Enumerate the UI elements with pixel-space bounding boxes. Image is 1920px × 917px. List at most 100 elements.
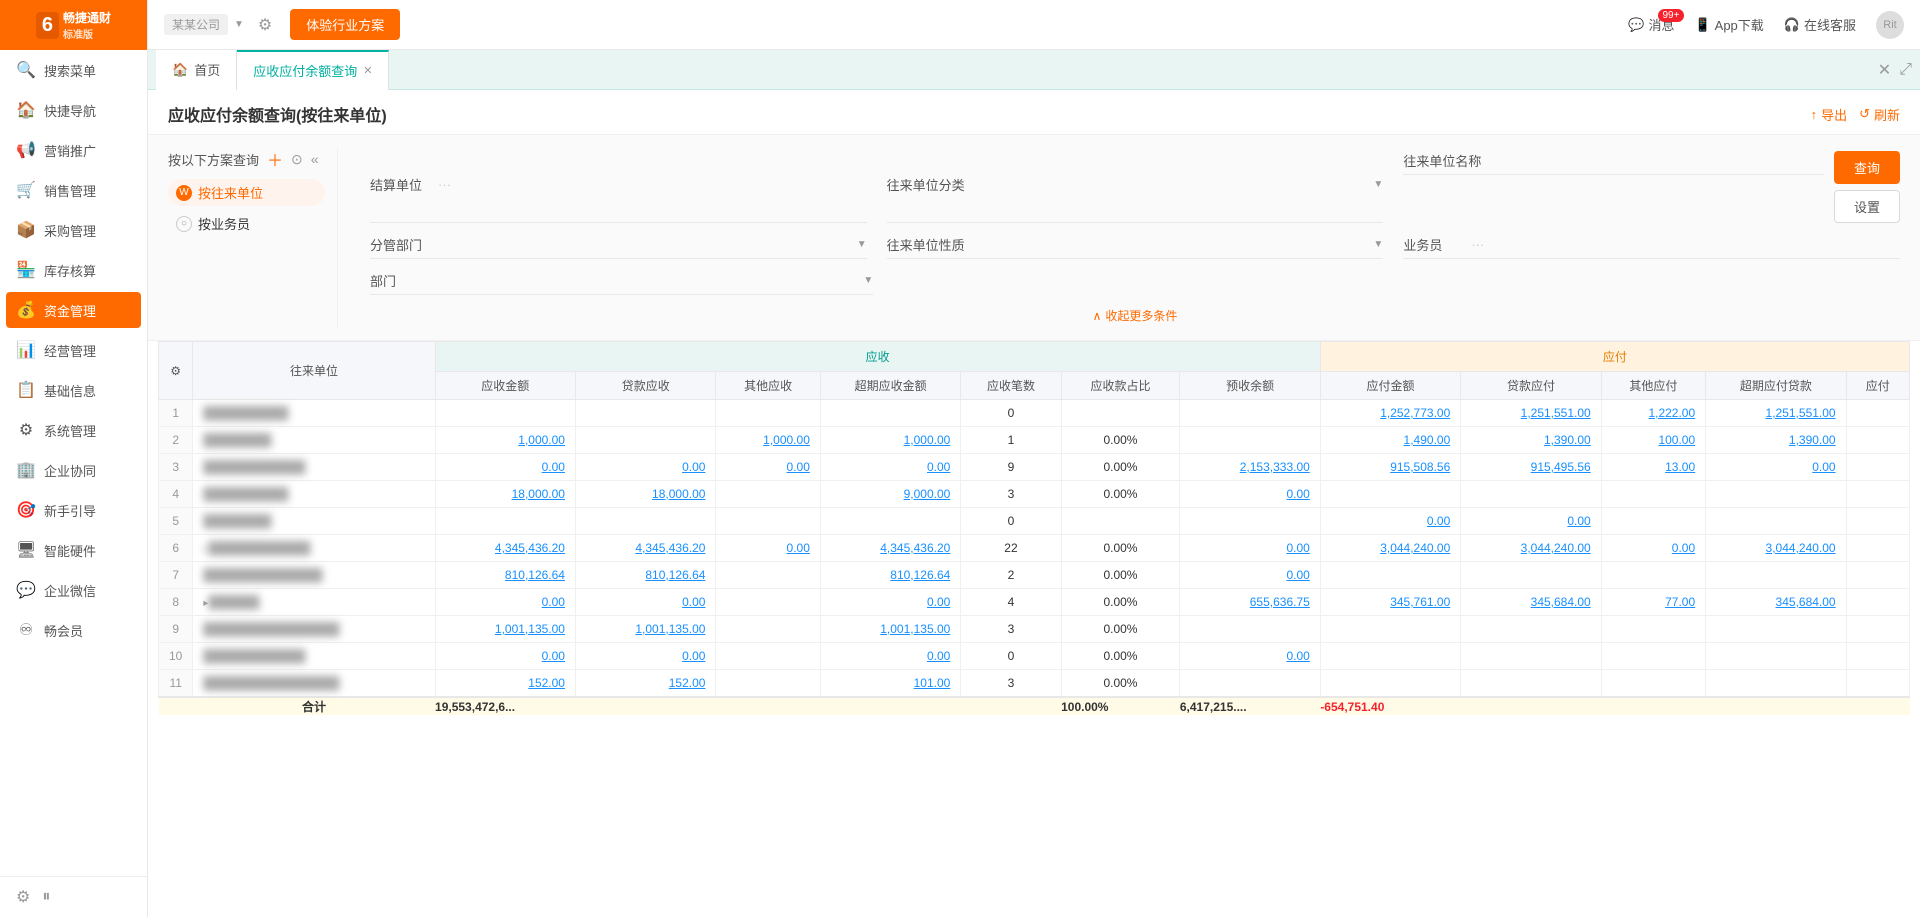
export-btn[interactable]: ↑ 导出 xyxy=(1811,105,1848,124)
ar-loan[interactable]: 0.00 xyxy=(575,643,715,670)
sidebar-item-sales[interactable]: 🛒 销售管理 xyxy=(0,170,147,210)
ar-loan[interactable] xyxy=(575,427,715,454)
tab-close-window-icon[interactable]: ✕ xyxy=(1878,60,1891,80)
ap-loan[interactable]: 3,044,240.00 xyxy=(1461,535,1601,562)
sidebar-collapse-icon[interactable]: ⏸ xyxy=(42,888,50,906)
ap-overdue[interactable]: 0.00 xyxy=(1706,454,1846,481)
ap-other[interactable]: 1,222.00 xyxy=(1601,400,1705,427)
ar-loan[interactable]: 0.00 xyxy=(575,589,715,616)
prepaid[interactable] xyxy=(1180,400,1320,427)
ar-overdue[interactable]: 810,126.64 xyxy=(820,562,960,589)
ap-amount[interactable]: 345,761.00 xyxy=(1320,589,1460,616)
company-selector[interactable]: 某某公司 ▼ xyxy=(164,14,244,35)
messages-btn[interactable]: 💬 消息 99+ xyxy=(1628,15,1674,34)
add-scheme-btn[interactable]: ＋ xyxy=(267,147,283,171)
ar-amount[interactable]: 152.00 xyxy=(435,670,575,698)
ar-other[interactable]: 0.00 xyxy=(716,454,820,481)
ap-overdue[interactable]: 1,390.00 xyxy=(1706,427,1846,454)
ar-loan[interactable]: 152.00 xyxy=(575,670,715,698)
sidebar-item-finance[interactable]: 💰 资金管理 xyxy=(6,292,141,328)
ap-loan[interactable]: 915,495.56 xyxy=(1461,454,1601,481)
ap-amount[interactable]: 3,044,240.00 xyxy=(1320,535,1460,562)
ar-amount[interactable]: 0.00 xyxy=(435,643,575,670)
ap-other[interactable]: 100.00 xyxy=(1601,427,1705,454)
ar-overdue[interactable]: 9,000.00 xyxy=(820,481,960,508)
ap-misc[interactable] xyxy=(1846,400,1909,427)
company-dropdown-arrow[interactable]: ▼ xyxy=(234,19,244,30)
ar-overdue[interactable]: 0.00 xyxy=(820,589,960,616)
table-settings-icon[interactable]: ⚙ xyxy=(170,364,181,378)
ap-overdue[interactable]: 3,044,240.00 xyxy=(1706,535,1846,562)
prepaid[interactable]: 0.00 xyxy=(1180,562,1320,589)
tab-close-icon[interactable]: ✕ xyxy=(363,64,372,77)
sidebar-item-member[interactable]: ♾ 畅会员 xyxy=(0,610,147,650)
sidebar-item-basic-info[interactable]: 📋 基础信息 xyxy=(0,370,147,410)
ap-other[interactable]: 77.00 xyxy=(1601,589,1705,616)
ar-overdue[interactable]: 1,000.00 xyxy=(820,427,960,454)
settings-btn[interactable]: 设置 xyxy=(1834,190,1900,223)
collapse-more-btn[interactable]: ∧ 收起更多条件 xyxy=(370,303,1900,328)
ap-amount[interactable]: 1,490.00 xyxy=(1320,427,1460,454)
sidebar-settings-icon[interactable]: ⚙ xyxy=(16,887,30,907)
scheme-by-partner[interactable]: W 按往来单位 xyxy=(168,179,325,206)
sidebar-item-quick-nav[interactable]: 🏠 快捷导航 xyxy=(0,90,147,130)
ar-loan[interactable] xyxy=(575,400,715,427)
ap-other[interactable]: 0.00 xyxy=(1601,535,1705,562)
collapse-scheme-btn[interactable]: « xyxy=(311,151,319,167)
sidebar-item-smart-hw[interactable]: 🖥 智能硬件 xyxy=(0,530,147,570)
settings-gear-icon[interactable]: ⚙ xyxy=(258,15,272,35)
ar-loan[interactable]: 0.00 xyxy=(575,454,715,481)
ap-amount[interactable]: 915,508.56 xyxy=(1320,454,1460,481)
partner-nature-arrow[interactable]: ▼ xyxy=(1373,239,1383,250)
scheme-by-salesman[interactable]: ○ 按业务员 xyxy=(168,210,325,237)
department-arrow[interactable]: ▼ xyxy=(863,275,873,286)
ar-overdue[interactable]: 0.00 xyxy=(820,643,960,670)
sidebar-item-enterprise[interactable]: 🏢 企业协同 xyxy=(0,450,147,490)
prepaid[interactable]: 0.00 xyxy=(1180,643,1320,670)
ap-loan[interactable]: 0.00 xyxy=(1461,508,1601,535)
ar-amount[interactable]: 18,000.00 xyxy=(435,481,575,508)
ap-other[interactable]: 13.00 xyxy=(1601,454,1705,481)
ar-overdue[interactable]: 1,001,135.00 xyxy=(820,616,960,643)
ar-amount[interactable]: 4,345,436.20 xyxy=(435,535,575,562)
trial-btn[interactable]: 体验行业方案 xyxy=(290,9,400,40)
prepaid[interactable]: 0.00 xyxy=(1180,535,1320,562)
tab-ar-ap[interactable]: 应收应付余额查询 ✕ xyxy=(237,50,389,90)
ar-loan[interactable]: 810,126.64 xyxy=(575,562,715,589)
ar-amount[interactable]: 0.00 xyxy=(435,454,575,481)
prepaid[interactable]: 0.00 xyxy=(1180,481,1320,508)
ap-overdue[interactable]: 1,251,551.00 xyxy=(1706,400,1846,427)
sidebar-item-purchase[interactable]: 📦 采购管理 xyxy=(0,210,147,250)
prepaid[interactable]: 2,153,333.00 xyxy=(1180,454,1320,481)
ar-amount[interactable]: 1,000.00 xyxy=(435,427,575,454)
prepaid[interactable] xyxy=(1180,427,1320,454)
sidebar-item-marketing[interactable]: 📢 营销推广 xyxy=(0,130,147,170)
ap-loan[interactable]: 1,390.00 xyxy=(1461,427,1601,454)
sidebar-item-wechat[interactable]: 💬 企业微信 xyxy=(0,570,147,610)
sidebar-item-search-menu[interactable]: 🔍 搜索菜单 xyxy=(0,50,147,90)
ar-overdue[interactable] xyxy=(820,400,960,427)
ar-other[interactable] xyxy=(716,400,820,427)
ap-loan[interactable]: 345,684.00 xyxy=(1461,589,1601,616)
refresh-btn[interactable]: ↺ 刷新 xyxy=(1859,105,1900,124)
ap-amount[interactable]: 0.00 xyxy=(1320,508,1460,535)
tab-expand-icon[interactable]: ⤢ xyxy=(1899,61,1912,79)
sidebar-item-system[interactable]: ⚙ 系统管理 xyxy=(0,410,147,450)
online-service-btn[interactable]: 🎧 在线客服 xyxy=(1784,15,1856,34)
sidebar-item-guide[interactable]: 🎯 新手引导 xyxy=(0,490,147,530)
ap-loan[interactable]: 1,251,551.00 xyxy=(1461,400,1601,427)
ar-amount[interactable] xyxy=(435,400,575,427)
ar-loan[interactable]: 1,001,135.00 xyxy=(575,616,715,643)
ar-loan[interactable]: 4,345,436.20 xyxy=(575,535,715,562)
edit-scheme-btn[interactable]: ⊙ xyxy=(291,151,303,168)
partner-category-arrow[interactable]: ▼ xyxy=(1373,179,1383,190)
ar-overdue[interactable]: 4,345,436.20 xyxy=(820,535,960,562)
ap-overdue[interactable]: 345,684.00 xyxy=(1706,589,1846,616)
app-download-btn[interactable]: 📱 App下载 xyxy=(1694,15,1763,34)
ar-overdue[interactable]: 0.00 xyxy=(820,454,960,481)
ar-loan[interactable]: 18,000.00 xyxy=(575,481,715,508)
sidebar-item-inventory[interactable]: 🏪 库存核算 xyxy=(0,250,147,290)
dept-managed-arrow[interactable]: ▼ xyxy=(857,239,867,250)
ar-other[interactable]: 1,000.00 xyxy=(716,427,820,454)
tab-home[interactable]: 🏠 首页 xyxy=(156,50,237,90)
